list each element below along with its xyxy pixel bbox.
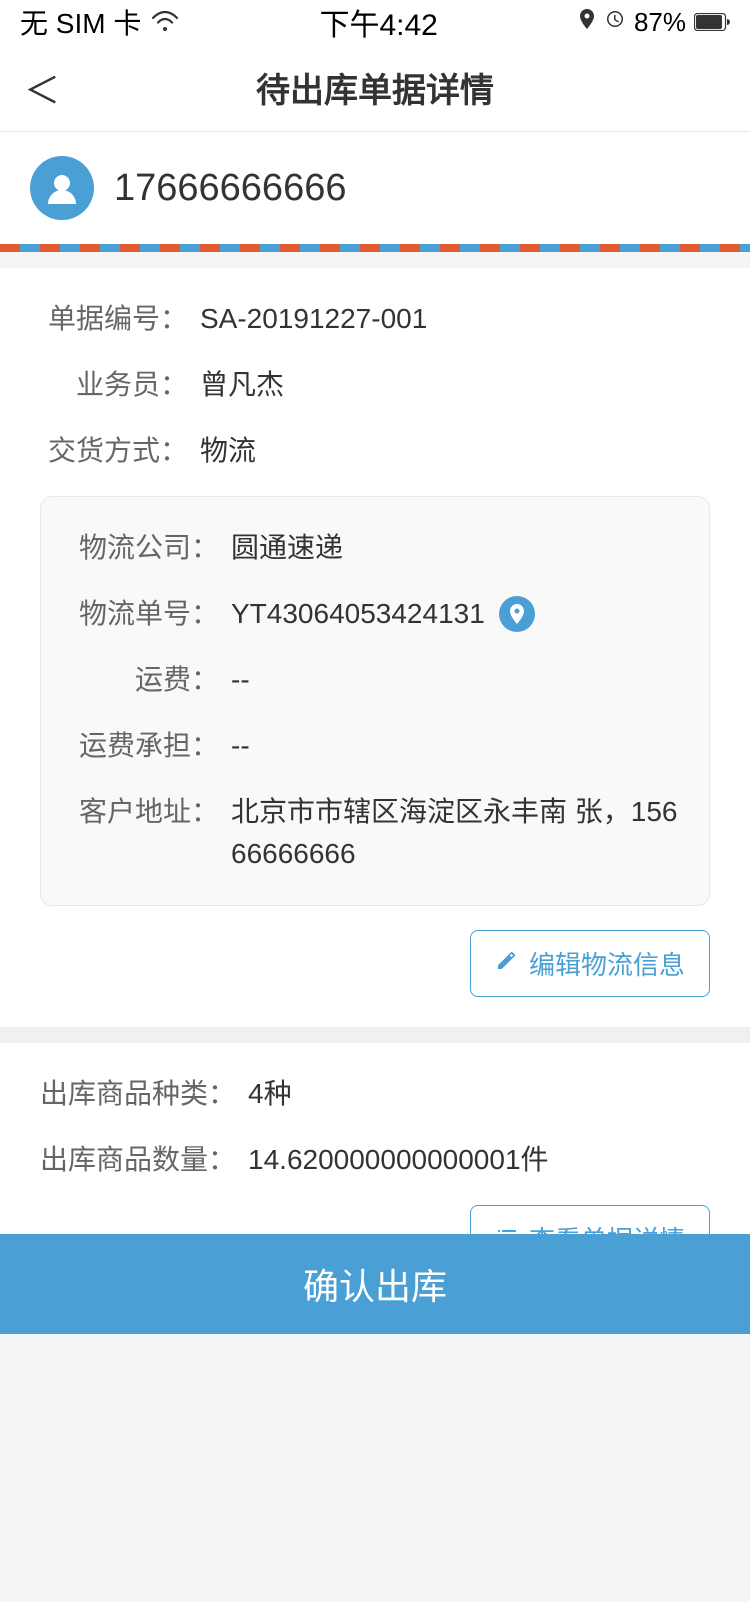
edit-logistics-label: 编辑物流信息 [529,945,685,982]
avatar [30,156,94,220]
doc-no-value: SA-20191227-001 [188,298,710,340]
status-left: 无 SIM 卡 [20,2,179,42]
page-title: 待出库单据详情 [256,63,494,112]
freight-row: 运费： -- [71,659,679,701]
product-type-row: 出库商品种类： 4种 [40,1073,710,1115]
sales-person-value: 曾凡杰 [188,364,710,406]
back-button[interactable]: ＜ [24,62,60,114]
alarm-icon [604,7,626,38]
edit-btn-area: 编辑物流信息 [40,930,710,997]
status-bar: 无 SIM 卡 下午4:42 87% [0,0,750,44]
logistics-card: 物流公司： 圆通速递 物流单号： YT43064053424131 运费： -- [40,496,710,906]
company-row: 物流公司： 圆通速递 [71,527,679,569]
track-location-icon[interactable] [499,596,535,632]
wifi-icon [151,6,179,38]
product-quantity-label: 出库商品数量： [40,1139,236,1181]
status-right: 87% [578,7,730,38]
location-icon [578,7,596,38]
confirm-button-label: 确认出库 [303,1258,447,1310]
freight-label: 运费： [71,659,219,701]
battery-icon [694,7,730,38]
delivery-method-label: 交货方式： [40,430,188,472]
tracking-no-value: YT43064053424131 [219,593,679,635]
tracking-no-label: 物流单号： [71,593,219,635]
nav-bar: ＜ 待出库单据详情 [0,44,750,132]
dashed-divider [0,244,750,252]
freight-bearer-row: 运费承担： -- [71,725,679,767]
customer-header: 17666666666 [0,132,750,244]
sales-person-label: 业务员： [40,364,188,406]
freight-value: -- [219,659,679,701]
address-value: 北京市市辖区海淀区永丰南 张，156 66666666 [219,791,679,875]
company-value: 圆通速递 [219,527,679,569]
doc-no-row: 单据编号： SA-20191227-001 [40,298,710,340]
battery-text: 87% [634,7,686,38]
status-time: 下午4:42 [319,0,437,44]
product-quantity-row: 出库商品数量： 14.620000000000001件 [40,1139,710,1181]
product-type-value: 4种 [236,1073,710,1115]
tracking-no-row: 物流单号： YT43064053424131 [71,593,679,635]
edit-logistics-button[interactable]: 编辑物流信息 [470,930,710,997]
freight-bearer-value: -- [219,725,679,767]
product-quantity-value: 14.620000000000001件 [236,1139,710,1181]
carrier-text: 无 SIM 卡 [20,2,141,42]
gray-divider [0,1027,750,1043]
product-type-label: 出库商品种类： [40,1073,236,1115]
sales-person-row: 业务员： 曾凡杰 [40,364,710,406]
person-icon [44,170,80,206]
company-label: 物流公司： [71,527,219,569]
edit-icon [495,948,519,979]
customer-phone: 17666666666 [114,167,346,210]
delivery-method-value: 物流 [188,430,710,472]
base-info-section: 单据编号： SA-20191227-001 业务员： 曾凡杰 交货方式： 物流 … [0,268,750,1027]
doc-no-label: 单据编号： [40,298,188,340]
confirm-button[interactable]: 确认出库 [0,1234,750,1334]
freight-bearer-label: 运费承担： [71,725,219,767]
delivery-method-row: 交货方式： 物流 [40,430,710,472]
address-label: 客户地址： [71,791,219,833]
address-row: 客户地址： 北京市市辖区海淀区永丰南 张，156 66666666 [71,791,679,875]
